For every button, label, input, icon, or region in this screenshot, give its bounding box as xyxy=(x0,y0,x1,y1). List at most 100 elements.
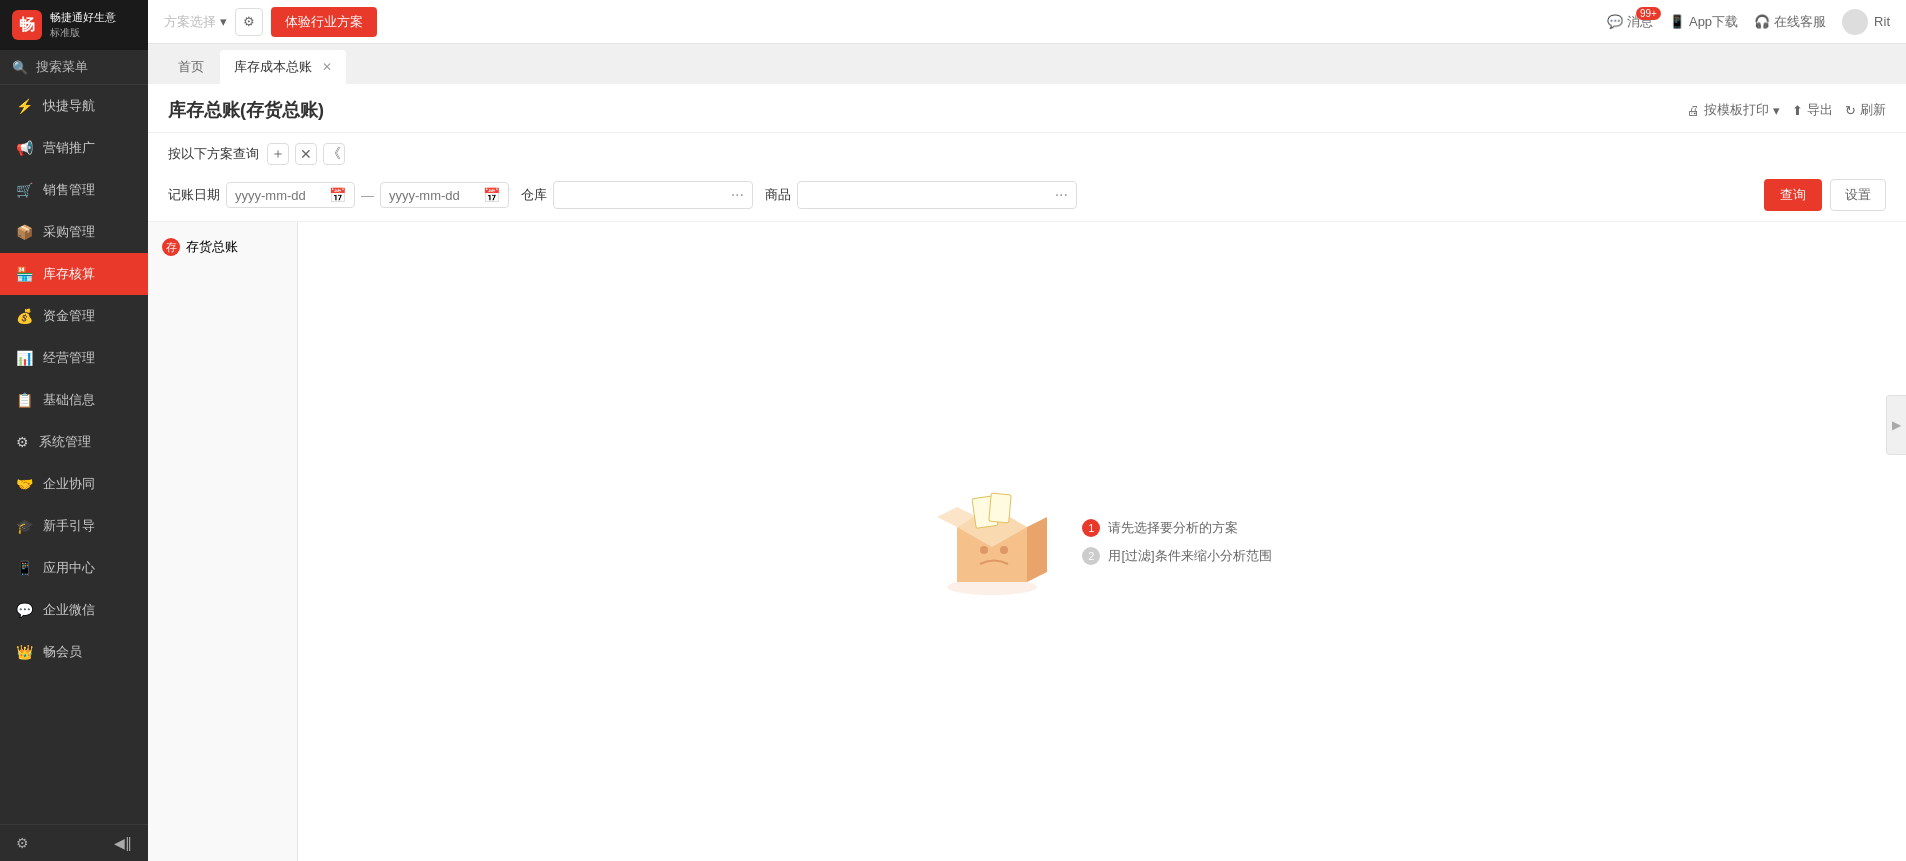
sidebar-item-system[interactable]: ⚙ 系统管理 xyxy=(0,421,148,463)
hint-num-2: 2 xyxy=(1082,547,1100,565)
scheme-item-label: 存货总账 xyxy=(186,238,238,256)
product-filter-group: 商品 ··· xyxy=(765,181,1077,209)
top-bar-right: 💬 消息 99+ 📱 App下载 🎧 在线客服 Rit xyxy=(1607,9,1890,35)
export-button[interactable]: ⬆ 导出 xyxy=(1792,101,1833,119)
logo-icon: 畅 xyxy=(12,10,42,40)
user-profile-button[interactable]: Rit xyxy=(1842,9,1890,35)
date-field-label: 记账日期 xyxy=(168,186,220,204)
sidebar-item-sales[interactable]: 🛒 销售管理 xyxy=(0,169,148,211)
sidebar-item-purchase[interactable]: 📦 采购管理 xyxy=(0,211,148,253)
warehouse-field-label: 仓库 xyxy=(521,186,547,204)
sidebar-item-basic[interactable]: 📋 基础信息 xyxy=(0,379,148,421)
vip-icon: 👑 xyxy=(16,644,33,660)
app-download-button[interactable]: 📱 App下载 xyxy=(1669,13,1738,31)
marketing-icon: 📢 xyxy=(16,140,33,156)
svg-marker-3 xyxy=(1027,517,1047,582)
svg-rect-8 xyxy=(989,493,1011,523)
hint-num-1: 1 xyxy=(1082,519,1100,537)
tab-home[interactable]: 首页 xyxy=(164,50,218,84)
warehouse-filter-group: 仓库 ··· xyxy=(521,181,753,209)
query-button[interactable]: 查询 xyxy=(1764,179,1822,211)
scheme-placeholder-text: 方案选择 xyxy=(164,13,216,31)
filter-collapse-button[interactable]: 《 xyxy=(323,143,345,165)
page-header-actions: 🖨 按模板打印 ▾ ⬆ 导出 ↻ 刷新 xyxy=(1687,101,1886,119)
scheme-selector[interactable]: 方案选择 ▾ xyxy=(164,13,227,31)
sidebar-item-app-center[interactable]: 📱 应用中心 xyxy=(0,547,148,589)
filter-row1: 按以下方案查询 ＋ ✕ 《 xyxy=(148,133,1906,175)
date-end-input[interactable] xyxy=(389,188,479,203)
sidebar-item-inventory[interactable]: 🏪 库存核算 xyxy=(0,253,148,295)
refresh-button[interactable]: ↻ 刷新 xyxy=(1845,101,1886,119)
chevron-down-icon: ▾ xyxy=(220,14,227,29)
page-title: 库存总账(存货总账) xyxy=(168,98,324,122)
svg-point-6 xyxy=(1000,546,1008,554)
filter-add-button[interactable]: ＋ xyxy=(267,143,289,165)
sidebar-footer: ⚙ ◀‖ xyxy=(0,824,148,861)
hint-text-2: 用[过滤]条件来缩小分析范围 xyxy=(1108,547,1271,565)
product-more-icon: ··· xyxy=(1055,186,1068,204)
industry-solution-button[interactable]: 体验行业方案 xyxy=(271,7,377,37)
operations-icon: 📊 xyxy=(16,350,33,366)
phone-icon: 📱 xyxy=(1669,14,1685,29)
app-logo: 畅 畅捷通好生意 标准版 xyxy=(0,0,148,50)
warehouse-more-icon: ··· xyxy=(731,186,744,204)
calendar-end-icon[interactable]: 📅 xyxy=(483,187,500,203)
export-icon: ⬆ xyxy=(1792,103,1803,118)
date-end-input-wrap: 📅 xyxy=(380,182,509,208)
query-buttons: 查询 设置 xyxy=(1764,179,1886,211)
purchase-icon: 📦 xyxy=(16,224,33,240)
filter-actions: ＋ ✕ 《 xyxy=(267,143,345,165)
page-header: 库存总账(存货总账) 🖨 按模板打印 ▾ ⬆ 导出 ↻ 刷新 xyxy=(148,84,1906,133)
search-menu-item[interactable]: 🔍 搜索菜单 xyxy=(0,50,148,85)
sidebar-item-newbie[interactable]: 🎓 新手引导 xyxy=(0,505,148,547)
sidebar-item-marketing[interactable]: 📢 营销推广 xyxy=(0,127,148,169)
date-separator: — xyxy=(361,188,374,203)
filter-label: 按以下方案查询 xyxy=(168,145,259,163)
sidebar: 畅 畅捷通好生意 标准版 🔍 搜索菜单 ⚡ 快捷导航 📢 营销推广 🛒 销售管理… xyxy=(0,0,148,861)
inventory-icon: 🏪 xyxy=(16,266,33,282)
date-start-input[interactable] xyxy=(235,188,325,203)
product-selector[interactable]: ··· xyxy=(797,181,1077,209)
tab-close-button[interactable]: ✕ xyxy=(322,60,332,74)
sidebar-item-operations[interactable]: 📊 经营管理 xyxy=(0,337,148,379)
online-service-button[interactable]: 🎧 在线客服 xyxy=(1754,13,1826,31)
sidebar-item-quick-nav[interactable]: ⚡ 快捷导航 xyxy=(0,85,148,127)
quick-nav-icon: ⚡ xyxy=(16,98,33,114)
message-button[interactable]: 💬 消息 99+ xyxy=(1607,13,1653,31)
hint-item-1: 1 请先选择要分析的方案 xyxy=(1082,519,1271,537)
sidebar-settings-button[interactable]: ⚙ xyxy=(16,835,29,851)
basic-icon: 📋 xyxy=(16,392,33,408)
empty-state: 1 请先选择要分析的方案 2 用[过滤]条件来缩小分析范围 xyxy=(932,482,1271,602)
print-icon: 🖨 xyxy=(1687,103,1700,118)
scheme-item-inventory-ledger[interactable]: 存 存货总账 xyxy=(148,230,297,264)
finance-icon: 💰 xyxy=(16,308,33,324)
top-bar: 方案选择 ▾ ⚙ 体验行业方案 💬 消息 99+ 📱 App下载 🎧 在线客服 xyxy=(148,0,1906,44)
warehouse-selector[interactable]: ··· xyxy=(553,181,753,209)
filter-delete-button[interactable]: ✕ xyxy=(295,143,317,165)
empty-illustration xyxy=(932,482,1052,602)
app-center-icon: 📱 xyxy=(16,560,33,576)
top-bar-left: 方案选择 ▾ ⚙ 体验行业方案 xyxy=(164,7,377,37)
sidebar-collapse-button[interactable]: ◀‖ xyxy=(114,835,132,851)
tab-inventory-ledger[interactable]: 库存成本总账 ✕ xyxy=(220,50,346,84)
sales-icon: 🛒 xyxy=(16,182,33,198)
empty-state-container: 1 请先选择要分析的方案 2 用[过滤]条件来缩小分析范围 xyxy=(298,222,1906,861)
headset-icon: 🎧 xyxy=(1754,14,1770,29)
settings-button[interactable]: 设置 xyxy=(1830,179,1886,211)
sidebar-item-finance[interactable]: 💰 资金管理 xyxy=(0,295,148,337)
calendar-start-icon[interactable]: 📅 xyxy=(329,187,346,203)
date-filter-group: 记账日期 📅 — 📅 xyxy=(168,182,509,208)
avatar xyxy=(1842,9,1868,35)
sidebar-item-enterprise[interactable]: 🤝 企业协同 xyxy=(0,463,148,505)
scheme-sidebar: 存 存货总账 xyxy=(148,222,298,861)
sidebar-item-wechat[interactable]: 💬 企业微信 xyxy=(0,589,148,631)
logo-text: 畅捷通好生意 标准版 xyxy=(50,10,116,39)
panel-close-button[interactable]: ▶ xyxy=(1886,395,1906,455)
topbar-settings-button[interactable]: ⚙ xyxy=(235,8,263,36)
sidebar-item-vip[interactable]: 👑 畅会员 xyxy=(0,631,148,673)
print-template-button[interactable]: 🖨 按模板打印 ▾ xyxy=(1687,101,1780,119)
tabs-bar: 首页 库存成本总账 ✕ xyxy=(148,44,1906,84)
chevron-down-icon: ▾ xyxy=(1773,103,1780,118)
enterprise-icon: 🤝 xyxy=(16,476,33,492)
hint-text-1: 请先选择要分析的方案 xyxy=(1108,519,1238,537)
